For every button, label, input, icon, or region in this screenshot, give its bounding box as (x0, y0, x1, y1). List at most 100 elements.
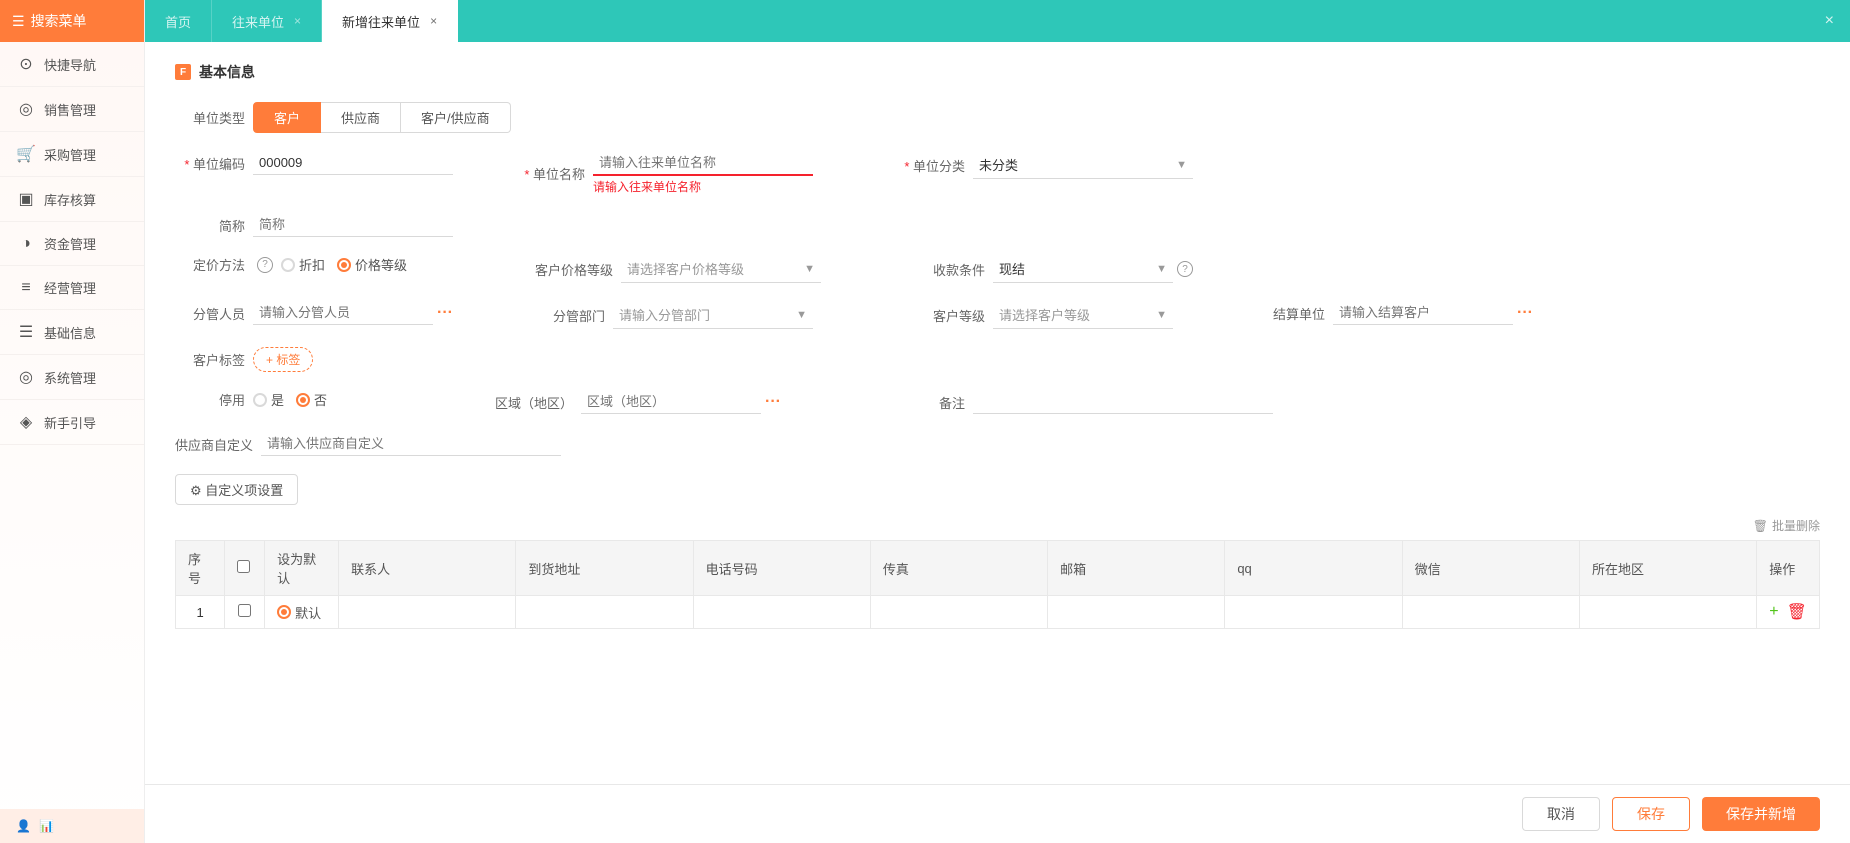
sidebar-item-newbie[interactable]: ◈ 新手引导 (0, 400, 144, 445)
row-region-input[interactable] (1592, 605, 1744, 620)
sidebar-bottom: 👤 📊 (0, 809, 144, 843)
manager-input[interactable] (253, 301, 433, 325)
phone-input[interactable] (706, 605, 858, 620)
stop-use-label: 停用 (175, 390, 245, 409)
remark-input[interactable] (973, 390, 1273, 414)
stop-use-yes-radio[interactable]: 是 (253, 390, 284, 409)
wechat-input[interactable] (1415, 605, 1567, 620)
row-region[interactable] (1580, 596, 1757, 629)
save-and-add-button[interactable]: 保存并新增 (1702, 797, 1820, 831)
row-phone[interactable] (693, 596, 870, 629)
pricing-method-field: 定价方法 ? 折扣 价格等级 (175, 255, 495, 274)
row-checkbox-cell (225, 596, 265, 629)
short-name-input[interactable] (253, 213, 453, 237)
window-close-button[interactable]: × (1809, 12, 1850, 30)
row-add-btn[interactable]: + (1769, 603, 1778, 621)
customer-tag-row: 客户标签 + 标签 (175, 347, 1820, 372)
region-input[interactable] (581, 390, 761, 414)
manager-more-btn[interactable]: ··· (437, 304, 453, 322)
sidebar-item-finance[interactable]: ◑ 资金管理 (0, 222, 144, 266)
tab-partner-list[interactable]: 往来单位 × (212, 0, 322, 42)
system-icon: ◎ (16, 367, 36, 387)
add-tag-button[interactable]: + 标签 (253, 347, 313, 372)
row-checkbox[interactable] (238, 604, 251, 617)
select-all-checkbox[interactable] (237, 560, 250, 573)
department-label: 分管部门 (535, 306, 605, 325)
unit-category-select[interactable]: 未分类 ▼ (973, 151, 1193, 179)
settlement-unit-more-btn[interactable]: ··· (1517, 304, 1533, 322)
customer-tag-label: 客户标签 (175, 350, 245, 369)
sidebar-search[interactable]: ☰ 搜索菜单 (0, 0, 144, 42)
tab-close-partner-list[interactable]: × (294, 14, 301, 28)
row-email[interactable] (1048, 596, 1225, 629)
supplier-custom-label: 供应商自定义 (175, 435, 253, 454)
row-qq[interactable] (1225, 596, 1402, 629)
unit-type-supplier-btn[interactable]: 供应商 (321, 102, 401, 133)
tab-home[interactable]: 首页 (145, 0, 212, 42)
sidebar-item-basic-info[interactable]: ☰ 基础信息 (0, 310, 144, 355)
customer-price-level-select[interactable]: 请选择客户价格等级 ▼ (621, 255, 821, 283)
tab-close-new-partner[interactable]: × (430, 14, 437, 28)
row-delete-btn[interactable]: 🗑 (1787, 602, 1807, 622)
customer-level-select[interactable]: 请选择客户等级 ▼ (993, 301, 1173, 329)
customer-price-level-field: 客户价格等级 请选择客户价格等级 ▼ (535, 255, 875, 283)
unit-code-input[interactable] (253, 151, 453, 175)
sidebar-item-sales[interactable]: ◎ 销售管理 (0, 87, 144, 132)
fax-input[interactable] (883, 605, 1035, 620)
table-row: 1 默认 (176, 596, 1820, 629)
unit-type-both-btn[interactable]: 客户/供应商 (401, 102, 511, 133)
chevron-down-icon: ▼ (1176, 159, 1187, 171)
unit-type-field: 单位类型 客户 供应商 客户/供应商 (175, 102, 1820, 133)
settlement-unit-input[interactable] (1333, 301, 1513, 325)
unit-type-customer-btn[interactable]: 客户 (253, 102, 321, 133)
pricing-help-icon[interactable]: ? (257, 257, 273, 273)
payment-terms-value: 现结 (999, 259, 1025, 278)
region-label: 区域（地区） (495, 393, 573, 412)
finance-icon: ◑ (16, 235, 36, 253)
contact-input[interactable] (351, 605, 503, 620)
row-default-radio[interactable]: 默认 (277, 603, 326, 622)
row-contact[interactable] (339, 596, 516, 629)
sidebar-item-inventory[interactable]: ▣ 库存核算 (0, 177, 144, 222)
pricing-discount-radio[interactable]: 折扣 (281, 255, 325, 274)
cancel-button[interactable]: 取消 (1522, 797, 1600, 831)
sidebar-item-quick-nav[interactable]: ⊙ 快捷导航 (0, 42, 144, 87)
unit-category-field: 单位分类 未分类 ▼ (895, 151, 1820, 179)
th-default: 设为默认 (265, 541, 339, 596)
th-fax: 传真 (870, 541, 1047, 596)
customer-tag-field: 客户标签 + 标签 (175, 347, 1820, 372)
pricing-method-radio-group: 折扣 价格等级 (281, 255, 407, 274)
sidebar-item-purchase[interactable]: 🛒 采购管理 (0, 132, 144, 177)
batch-delete-btn[interactable]: 🗑 批量删除 (1753, 517, 1820, 534)
sidebar-item-operations[interactable]: ≡ 经营管理 (0, 266, 144, 310)
stop-use-no-radio[interactable]: 否 (296, 390, 327, 409)
email-input[interactable] (1060, 605, 1212, 620)
address-input[interactable] (528, 605, 680, 620)
region-more-btn[interactable]: ··· (765, 393, 781, 411)
section-title-basic-info: F 基本信息 (175, 62, 1820, 82)
supplier-custom-input[interactable] (261, 432, 561, 456)
row-action-cell: + 🗑 (1769, 602, 1807, 622)
discount-radio-circle (281, 258, 295, 272)
row-default-cell: 默认 (265, 596, 339, 629)
row-address[interactable] (516, 596, 693, 629)
tab-new-partner[interactable]: 新增往来单位 × (322, 0, 458, 42)
payment-terms-select[interactable]: 现结 ▼ (993, 255, 1173, 283)
inventory-icon: ▣ (16, 189, 36, 209)
department-select[interactable]: 请输入分管部门 ▼ (613, 301, 813, 329)
pricing-level-radio[interactable]: 价格等级 (337, 255, 407, 274)
sidebar-item-system[interactable]: ◎ 系统管理 (0, 355, 144, 400)
unit-name-input[interactable] (593, 151, 813, 176)
unit-code-field: 单位编码 (175, 151, 475, 175)
unit-code-label: 单位编码 (175, 154, 245, 173)
th-qq: qq (1225, 541, 1402, 596)
qq-input[interactable] (1237, 605, 1389, 620)
custom-settings-button[interactable]: ⚙ 自定义项设置 (175, 474, 298, 505)
save-button[interactable]: 保存 (1612, 797, 1690, 831)
stop-no-circle (296, 393, 310, 407)
row-fax[interactable] (870, 596, 1047, 629)
department-chevron-icon: ▼ (796, 309, 807, 321)
operations-icon: ≡ (16, 279, 36, 297)
row-wechat[interactable] (1402, 596, 1579, 629)
payment-terms-help-icon[interactable]: ? (1177, 261, 1193, 277)
